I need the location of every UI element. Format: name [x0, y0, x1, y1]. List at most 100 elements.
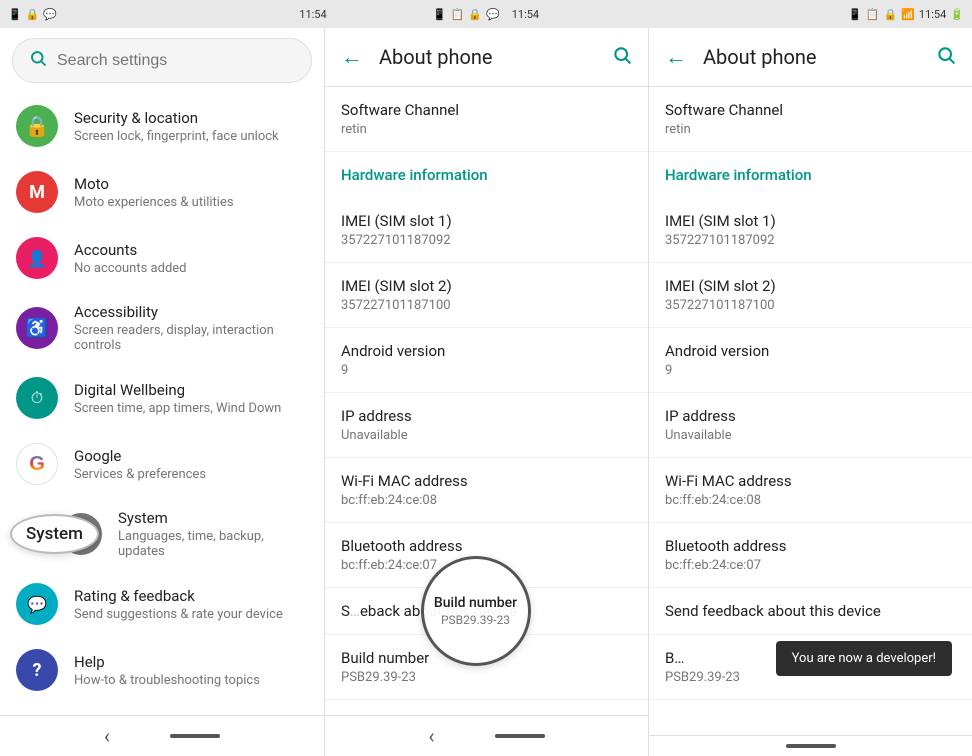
- moto-subtitle: Moto experiences & utilities: [74, 195, 308, 210]
- about-panel-1: ← About phone Software Channel retin Har…: [325, 28, 649, 756]
- toast-notification: You are now a developer!: [776, 641, 952, 676]
- moto-icon: M: [16, 171, 58, 213]
- status-icon-lock: 🔒: [26, 8, 40, 21]
- about-item-software-2[interactable]: Software Channel retin: [649, 87, 972, 152]
- status-time-right: 11:54: [919, 8, 946, 21]
- about-header-2: ← About phone: [649, 28, 972, 87]
- system-subtitle: Languages, time, backup, updates: [118, 529, 308, 559]
- rating-title: Rating & feedback: [74, 587, 308, 605]
- build-number-circle: Build number PSB29.39-23: [421, 556, 531, 666]
- status-right: 📱 📋 🔒 📶 11:54 🔋: [645, 8, 964, 21]
- sidebar-item-google[interactable]: G Google Services & preferences: [0, 431, 324, 497]
- about-item-imei1-2[interactable]: IMEI (SIM slot 1) 357227101187092: [649, 198, 972, 263]
- google-title: Google: [74, 447, 308, 465]
- security-icon: 🔒: [16, 105, 58, 147]
- accounts-title: Accounts: [74, 241, 308, 259]
- sidebar-item-wellbeing[interactable]: ⏱ Digital Wellbeing Screen time, app tim…: [0, 365, 324, 431]
- about-item-wifi-2[interactable]: Wi-Fi MAC address bc:ff:eb:24:ce:08: [649, 458, 972, 523]
- about-hardware-header-1: Hardware information: [325, 152, 648, 198]
- nav-bar-left: ‹: [0, 715, 324, 756]
- about-hardware-header-2: Hardware information: [649, 152, 972, 198]
- sidebar-item-rating[interactable]: 💬 Rating & feedback Send suggestions & r…: [0, 571, 324, 637]
- rating-icon: 💬: [16, 583, 58, 625]
- back-button-2[interactable]: ←: [665, 44, 687, 70]
- nav-back-center[interactable]: ‹: [428, 724, 434, 748]
- status-time-left: 11:54: [299, 8, 326, 21]
- search-input[interactable]: [57, 52, 295, 70]
- nav-home-left[interactable]: [170, 734, 220, 738]
- status-icon-c2: 📋: [451, 8, 465, 21]
- status-icon-c1: 📱: [433, 8, 447, 21]
- about-header-1: ← About phone: [325, 28, 648, 87]
- about-item-software-1[interactable]: Software Channel retin: [325, 87, 648, 152]
- about-item-wifi-1[interactable]: Wi-Fi MAC address bc:ff:eb:24:ce:08: [325, 458, 648, 523]
- status-center: 📱 📋 🔒 💬 11:54: [327, 8, 646, 21]
- about-item-imei1-1[interactable]: IMEI (SIM slot 1) 357227101187092: [325, 198, 648, 263]
- nav-bar-center: ‹: [325, 715, 648, 756]
- status-icon-c3: 🔒: [468, 8, 482, 21]
- search-icon: [29, 49, 47, 72]
- settings-panel: 🔒 Security & location Screen lock, finge…: [0, 28, 325, 756]
- status-icon-sim: 📱: [8, 8, 22, 21]
- search-button-1[interactable]: [612, 45, 632, 70]
- sidebar-item-accounts[interactable]: 👤 Accounts No accounts added: [0, 225, 324, 291]
- status-icon-msg: 💬: [43, 8, 57, 21]
- wellbeing-subtitle: Screen time, app timers, Wind Down: [74, 401, 308, 416]
- sidebar-item-help[interactable]: ? Help How-to & troubleshooting topics: [0, 637, 324, 703]
- accounts-subtitle: No accounts added: [74, 261, 308, 276]
- status-time-center: 11:54: [512, 8, 539, 21]
- status-left: 📱 🔒 💬 11:54: [8, 8, 327, 21]
- about-item-imei2-1[interactable]: IMEI (SIM slot 2) 357227101187100: [325, 263, 648, 328]
- accessibility-subtitle: Screen readers, display, interaction con…: [74, 323, 308, 353]
- accessibility-title: Accessibility: [74, 303, 308, 321]
- status-icon-r2: 📋: [866, 8, 880, 21]
- status-icon-r3: 🔒: [884, 8, 898, 21]
- about-panel-2: ← About phone Software Channel retin Har…: [649, 28, 972, 756]
- about-content-2: Software Channel retin Hardware informat…: [649, 87, 972, 735]
- sidebar-item-accessibility[interactable]: ♿ Accessibility Screen readers, display,…: [0, 291, 324, 365]
- moto-title: Moto: [74, 175, 308, 193]
- help-title: Help: [74, 653, 308, 671]
- help-icon: ?: [16, 649, 58, 691]
- wellbeing-icon: ⏱: [16, 377, 58, 419]
- about-panels: ← About phone Software Channel retin Har…: [325, 28, 972, 756]
- nav-home-right[interactable]: [786, 744, 836, 748]
- nav-back-left[interactable]: ‹: [104, 724, 110, 748]
- search-button-2[interactable]: [936, 45, 956, 70]
- google-subtitle: Services & preferences: [74, 467, 308, 482]
- settings-list: 🔒 Security & location Screen lock, finge…: [0, 93, 324, 715]
- sidebar-item-moto[interactable]: M Moto Moto experiences & utilities: [0, 159, 324, 225]
- about-item-bt-2[interactable]: Bluetooth address bc:ff:eb:24:ce:07: [649, 523, 972, 588]
- about-item-imei2-2[interactable]: IMEI (SIM slot 2) 357227101187100: [649, 263, 972, 328]
- accounts-icon: 👤: [16, 237, 58, 279]
- about-title-2: About phone: [703, 45, 920, 69]
- about-item-android-2[interactable]: Android version 9: [649, 328, 972, 393]
- main-content: 🔒 Security & location Screen lock, finge…: [0, 28, 972, 756]
- sidebar-item-system[interactable]: System ℹ System Languages, time, backup,…: [0, 497, 324, 571]
- accessibility-icon: ♿: [16, 307, 58, 349]
- wellbeing-title: Digital Wellbeing: [74, 381, 308, 399]
- about-item-feedback-2[interactable]: Send feedback about this device: [649, 588, 972, 635]
- security-title: Security & location: [74, 109, 308, 127]
- about-content-1: Software Channel retin Hardware informat…: [325, 87, 648, 715]
- nav-home-center[interactable]: [495, 734, 545, 738]
- back-button-1[interactable]: ←: [341, 44, 363, 70]
- sidebar-item-security[interactable]: 🔒 Security & location Screen lock, finge…: [0, 93, 324, 159]
- help-subtitle: How-to & troubleshooting topics: [74, 673, 308, 688]
- status-bar: 📱 🔒 💬 11:54 📱 📋 🔒 💬 11:54 📱 📋 🔒 📶 11:54 …: [0, 0, 972, 28]
- rating-subtitle: Send suggestions & rate your device: [74, 607, 308, 622]
- about-item-feedback-1[interactable]: S…eback about this device Build number P…: [325, 588, 648, 635]
- status-icon-c4: 💬: [486, 8, 500, 21]
- about-item-android-1[interactable]: Android version 9: [325, 328, 648, 393]
- about-item-ip-1[interactable]: IP address Unavailable: [325, 393, 648, 458]
- about-title-1: About phone: [379, 45, 596, 69]
- security-subtitle: Screen lock, fingerprint, face unlock: [74, 129, 308, 144]
- google-icon: G: [16, 443, 58, 485]
- battery-icon: 🔋: [950, 8, 964, 21]
- system-title: System: [118, 509, 308, 527]
- system-tooltip: System: [10, 514, 99, 554]
- search-bar[interactable]: [12, 38, 312, 83]
- about-item-ip-2[interactable]: IP address Unavailable: [649, 393, 972, 458]
- nav-bar-right: [649, 735, 972, 756]
- status-icon-r1: 📱: [848, 8, 862, 21]
